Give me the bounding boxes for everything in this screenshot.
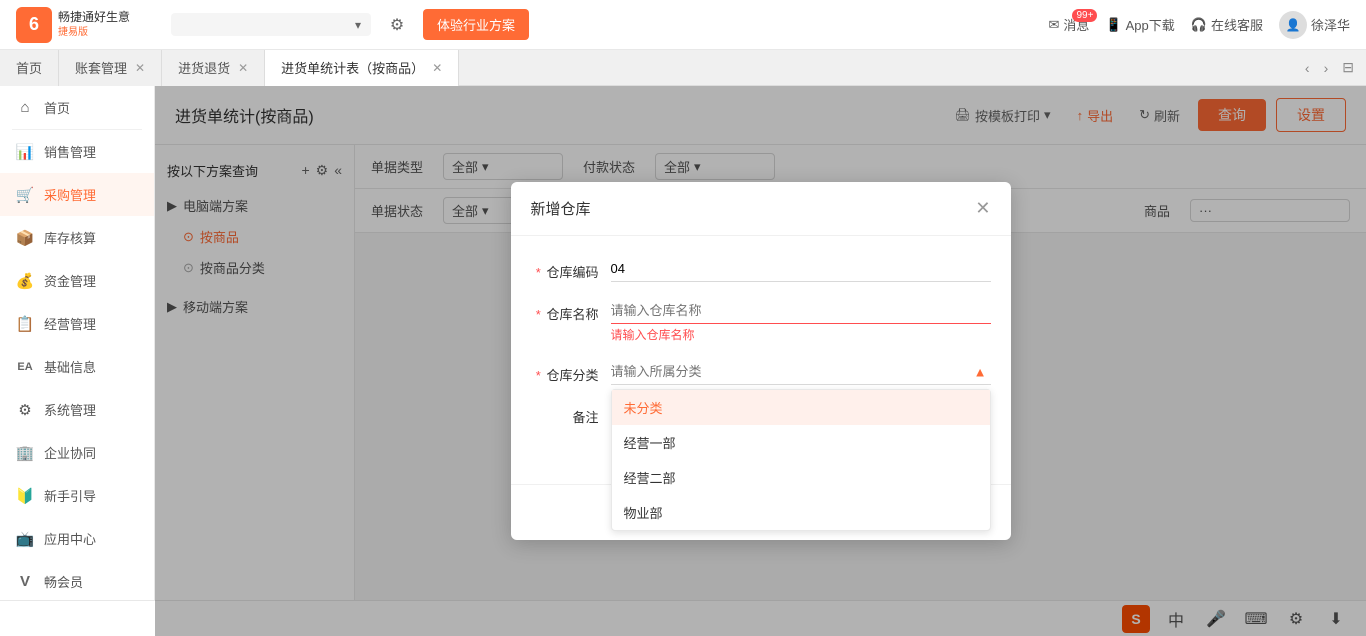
sidebar-item-finance[interactable]: 💰 资金管理 [0, 259, 154, 302]
home-icon: ⌂ [16, 99, 34, 117]
sidebar-item-operations[interactable]: 📋 经营管理 [0, 302, 154, 345]
sidebar-item-newbie[interactable]: 🔰 新手引导 [0, 474, 154, 517]
notes-label: 备注 [531, 407, 611, 426]
sidebar-item-basic[interactable]: EA 基础信息 [0, 345, 154, 388]
sidebar-item-home[interactable]: ⌂ 首页 [0, 86, 154, 129]
headset-icon: 🎧 [1191, 17, 1207, 33]
sidebar-item-system[interactable]: ⚙ 系统管理 [0, 388, 154, 431]
finance-icon: 💰 [16, 272, 34, 290]
apps-icon: 📺 [16, 530, 34, 548]
user-profile[interactable]: 👤 徐泽华 [1279, 11, 1350, 39]
system-icon: ⚙ [16, 401, 34, 419]
name-label: * 仓库名称 [531, 304, 611, 323]
try-industry-btn[interactable]: 体验行业方案 [423, 9, 529, 40]
tab-close-accounts[interactable]: ✕ [135, 61, 145, 75]
dropdown-option-2[interactable]: 经营二部 [612, 460, 990, 495]
sales-icon: 📊 [16, 143, 34, 161]
category-label: * 仓库分类 [531, 365, 611, 384]
phone-icon: 📱 [1105, 17, 1121, 33]
sidebar-item-sales[interactable]: 📊 销售管理 [0, 130, 154, 173]
dropdown-option-1[interactable]: 经营一部 [612, 425, 990, 460]
sidebar-item-inventory[interactable]: 📦 库存核算 [0, 216, 154, 259]
tab-next-btn[interactable]: › [1320, 58, 1333, 78]
form-row-name: * 仓库名称 请输入仓库名称 [531, 298, 991, 343]
category-dropdown-list: 未分类 经营一部 经营二部 物业部 [611, 389, 991, 531]
top-header: 6 畅捷通好生意 捷易版 日太阳膜 ▾ ⚙ 体验行业方案 ✉ 消息 99+ 📱 … [0, 0, 1366, 50]
app-download-btn[interactable]: 📱 App下载 [1105, 15, 1174, 34]
logo-area: 6 畅捷通好生意 捷易版 [16, 7, 171, 43]
settings-icon[interactable]: ⚙ [381, 9, 413, 41]
name-input[interactable] [611, 298, 991, 324]
dialog-body: * 仓库编码 04 * 仓库名称 [511, 236, 1011, 484]
code-input[interactable]: 04 [611, 256, 991, 282]
dialog-header: 新增仓库 ✕ [511, 182, 1011, 236]
tab-close-return[interactable]: ✕ [238, 61, 248, 75]
enterprise-icon: 🏢 [16, 444, 34, 462]
tab-accounts[interactable]: 账套管理 ✕ [59, 50, 162, 86]
content-area: 进货单统计(按商品) 🖨 按模板打印 ▾ ↑ 导出 ↻ 刷新 查询 设置 [155, 86, 1366, 636]
tab-menu-btn[interactable]: ⊟ [1338, 57, 1358, 78]
name-control: 请输入仓库名称 [611, 298, 991, 343]
newbie-icon: 🔰 [16, 487, 34, 505]
basic-icon: EA [16, 358, 34, 376]
dialog-close-btn[interactable]: ✕ [975, 198, 990, 219]
tab-close-stats[interactable]: ✕ [432, 61, 442, 75]
dropdown-option-0[interactable]: 未分类 [612, 390, 990, 425]
form-row-category: * 仓库分类 ▲ 未分类 经营一部 经营二部 [531, 359, 991, 385]
tab-actions: ‹ › ⊟ [1293, 57, 1366, 78]
modal-overlay: 新增仓库 ✕ * 仓库编码 04 [155, 86, 1366, 636]
tab-prev-btn[interactable]: ‹ [1301, 58, 1314, 78]
dropdown-option-3[interactable]: 物业部 [612, 495, 990, 530]
code-label: * 仓库编码 [531, 262, 611, 281]
category-dropdown: ▲ 未分类 经营一部 经营二部 物业部 [611, 359, 991, 385]
search-dropdown-btn[interactable]: ▾ [355, 18, 361, 32]
tab-purchase-stats[interactable]: 进货单统计表（按商品） ✕ [265, 50, 459, 86]
header-right: ✉ 消息 99+ 📱 App下载 🎧 在线客服 👤 徐泽华 [1049, 11, 1350, 39]
operations-icon: 📋 [16, 315, 34, 333]
tab-purchase-return[interactable]: 进货退货 ✕ [162, 50, 265, 86]
logo-icon: 6 [16, 7, 52, 43]
dialog-title: 新增仓库 [531, 198, 591, 219]
search-input[interactable]: 日太阳膜 [181, 17, 355, 32]
online-service-btn[interactable]: 🎧 在线客服 [1191, 15, 1263, 34]
sidebar-item-vip[interactable]: V 畅会员 [0, 560, 154, 603]
vip-icon: V [16, 573, 34, 591]
code-control: 04 [611, 256, 991, 282]
message-btn[interactable]: ✉ 消息 99+ [1049, 15, 1090, 34]
avatar: 👤 [1279, 11, 1307, 39]
purchase-icon: 🛒 [16, 186, 34, 204]
name-error-msg: 请输入仓库名称 [611, 326, 991, 343]
category-control: ▲ 未分类 经营一部 经营二部 物业部 [611, 359, 991, 385]
new-warehouse-dialog: 新增仓库 ✕ * 仓库编码 04 [511, 182, 1011, 540]
message-badge: 99+ [1072, 9, 1097, 22]
category-input[interactable] [611, 359, 991, 385]
logo-text: 畅捷通好生意 捷易版 [58, 10, 130, 39]
main-layout: ⌂ 首页 📊 销售管理 🛒 采购管理 📦 库存核算 💰 资金管理 📋 经营管理 … [0, 86, 1366, 636]
sidebar: ⌂ 首页 📊 销售管理 🛒 采购管理 📦 库存核算 💰 资金管理 📋 经营管理 … [0, 86, 155, 636]
sidebar-item-apps[interactable]: 📺 应用中心 [0, 517, 154, 560]
sidebar-item-enterprise[interactable]: 🏢 企业协同 [0, 431, 154, 474]
message-icon: ✉ [1049, 17, 1060, 33]
tab-bar: 首页 账套管理 ✕ 进货退货 ✕ 进货单统计表（按商品） ✕ ‹ › ⊟ [0, 50, 1366, 86]
dropdown-arrow-icon[interactable]: ▲ [974, 365, 987, 380]
form-row-code: * 仓库编码 04 [531, 256, 991, 282]
header-search-box[interactable]: 日太阳膜 ▾ [171, 13, 371, 36]
inventory-icon: 📦 [16, 229, 34, 247]
tab-home[interactable]: 首页 [0, 50, 59, 86]
sidebar-item-purchase[interactable]: 🛒 采购管理 [0, 173, 154, 216]
